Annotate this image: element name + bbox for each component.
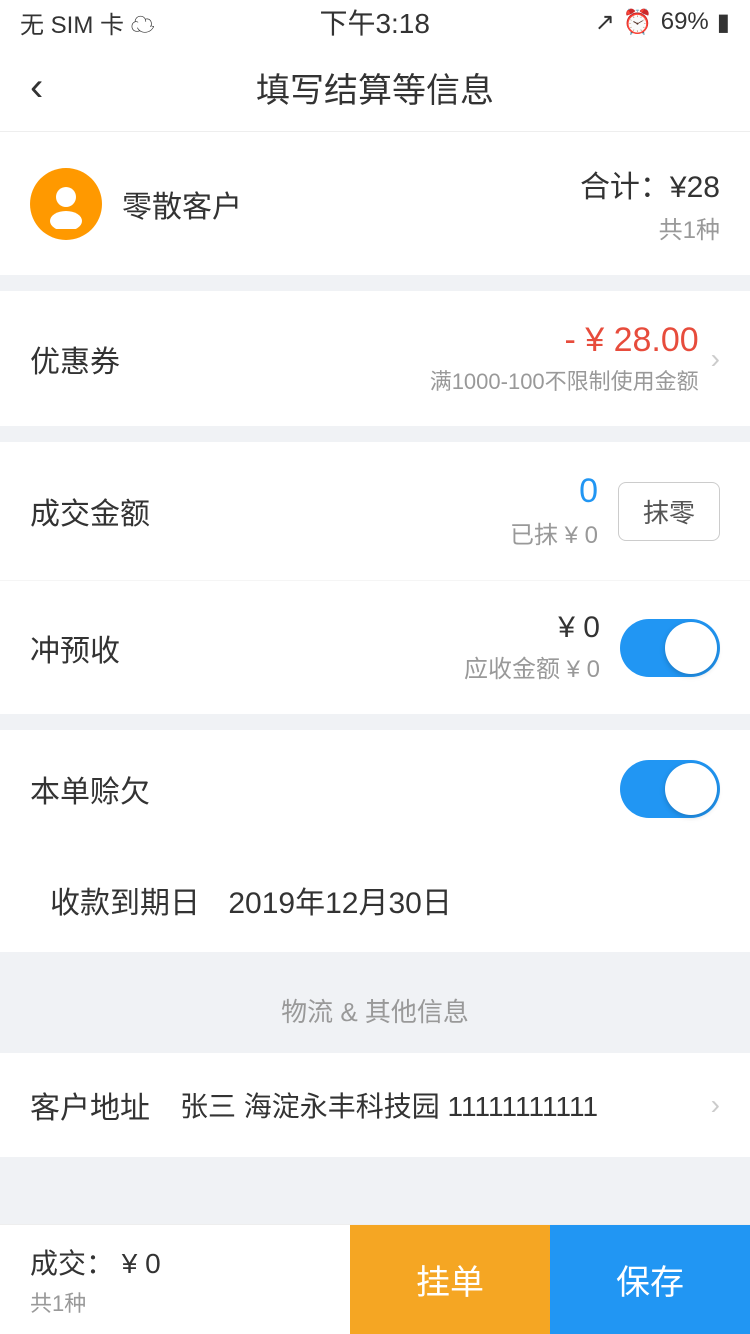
total-count: 共1种 <box>580 210 720 245</box>
back-button[interactable]: ‹ <box>30 65 43 110</box>
debt-row: 本单赊欠 <box>0 730 750 848</box>
due-date-label: 收款到期日 <box>50 887 200 920</box>
save-button[interactable]: 保存 <box>550 1225 750 1334</box>
coupon-desc: 满1000-100不限制使用金额 <box>430 364 699 396</box>
page-title: 填写结算等信息 <box>256 63 494 112</box>
address-row[interactable]: 客户地址 张三 海淀永丰科技园 11111111111 › <box>0 1053 750 1157</box>
address-value: 张三 海淀永丰科技园 11111111111 <box>180 1085 711 1125</box>
coupon-right: - ¥ 28.00 满1000-100不限制使用金额 › <box>430 321 720 396</box>
bottom-deal: 成交： ¥ 0 <box>30 1242 320 1282</box>
prepaid-value: ¥ 0 <box>464 611 600 645</box>
address-chevron-icon: › <box>711 1089 720 1121</box>
coupon-detail: - ¥ 28.00 满1000-100不限制使用金额 <box>430 321 699 396</box>
battery-icon: ▮ <box>717 8 730 37</box>
amount-label: 成交金额 <box>30 489 150 533</box>
nav-bar: ‹ 填写结算等信息 <box>0 44 750 132</box>
total-amount: 合计：¥28 <box>580 162 720 206</box>
prepaid-right: ¥ 0 应收金额 ¥ 0 <box>464 611 720 684</box>
prepaid-value-group: ¥ 0 应收金额 ¥ 0 <box>464 611 600 684</box>
debt-label: 本单赊欠 <box>30 767 150 811</box>
amount-value-group: 0 已抹 ¥ 0 <box>510 472 598 550</box>
prepaid-sub: 应收金额 ¥ 0 <box>464 649 600 684</box>
hang-button[interactable]: 挂单 <box>350 1225 550 1334</box>
bottom-info: 成交： ¥ 0 共1种 <box>0 1242 350 1318</box>
logistics-label: 物流 & 其他信息 <box>281 997 469 1027</box>
toggle-knob <box>665 622 717 674</box>
debt-toggle[interactable] <box>620 760 720 818</box>
status-bar: 无 SIM 卡 ☁ 下午3:18 ↗ ⏰ 69% ▮ <box>0 0 750 44</box>
customer-row: 零散客户 合计：¥28 共1种 <box>0 132 750 275</box>
transaction-group: 成交金额 0 已抹 ¥ 0 抹零 冲预收 ¥ 0 应收金额 ¥ 0 <box>0 442 750 714</box>
customer-name: 零散客户 <box>122 182 242 226</box>
molin-button[interactable]: 抹零 <box>618 482 720 541</box>
status-left: 无 SIM 卡 ☁ <box>20 5 155 40</box>
amount-row: 成交金额 0 已抹 ¥ 0 抹零 <box>0 442 750 581</box>
amount-right: 0 已抹 ¥ 0 抹零 <box>510 472 720 550</box>
bottom-count: 共1种 <box>30 1286 320 1318</box>
debt-group: 本单赊欠 收款到期日 2019年12月30日 <box>0 730 750 952</box>
debt-toggle-knob <box>665 763 717 815</box>
avatar <box>30 168 102 240</box>
address-label: 客户地址 <box>30 1083 150 1127</box>
logistics-divider: 物流 & 其他信息 <box>0 968 750 1053</box>
battery-level: 69% <box>661 8 709 36</box>
sim-status: 无 SIM 卡 ☁ <box>20 5 155 40</box>
customer-left: 零散客户 <box>30 168 242 240</box>
due-date-value: 2019年12月30日 <box>228 887 451 920</box>
status-right: ↗ ⏰ 69% ▮ <box>595 8 730 37</box>
amount-value[interactable]: 0 <box>510 472 598 511</box>
bottom-bar: 成交： ¥ 0 共1种 挂单 保存 <box>0 1224 750 1334</box>
prepaid-label: 冲预收 <box>30 626 120 670</box>
deal-label: 成交： <box>30 1248 114 1279</box>
amount-sub: 已抹 ¥ 0 <box>510 515 598 550</box>
deal-value: ¥ 0 <box>122 1248 161 1279</box>
coupon-label: 优惠券 <box>30 337 120 381</box>
due-date-row: 收款到期日 2019年12月30日 <box>0 848 750 952</box>
coupon-row[interactable]: 优惠券 - ¥ 28.00 满1000-100不限制使用金额 › <box>0 291 750 426</box>
prepaid-row: 冲预收 ¥ 0 应收金额 ¥ 0 <box>0 581 750 714</box>
status-time: 下午3:18 <box>319 2 430 42</box>
location-icon: ↗ <box>595 8 615 37</box>
alarm-icon: ⏰ <box>623 8 653 37</box>
coupon-discount: - ¥ 28.00 <box>430 321 699 360</box>
main-content: 零散客户 合计：¥28 共1种 优惠券 - ¥ 28.00 满1000-100不… <box>0 132 750 1313</box>
prepaid-toggle[interactable] <box>620 619 720 677</box>
chevron-right-icon: › <box>711 343 720 375</box>
customer-right: 合计：¥28 共1种 <box>580 162 720 245</box>
